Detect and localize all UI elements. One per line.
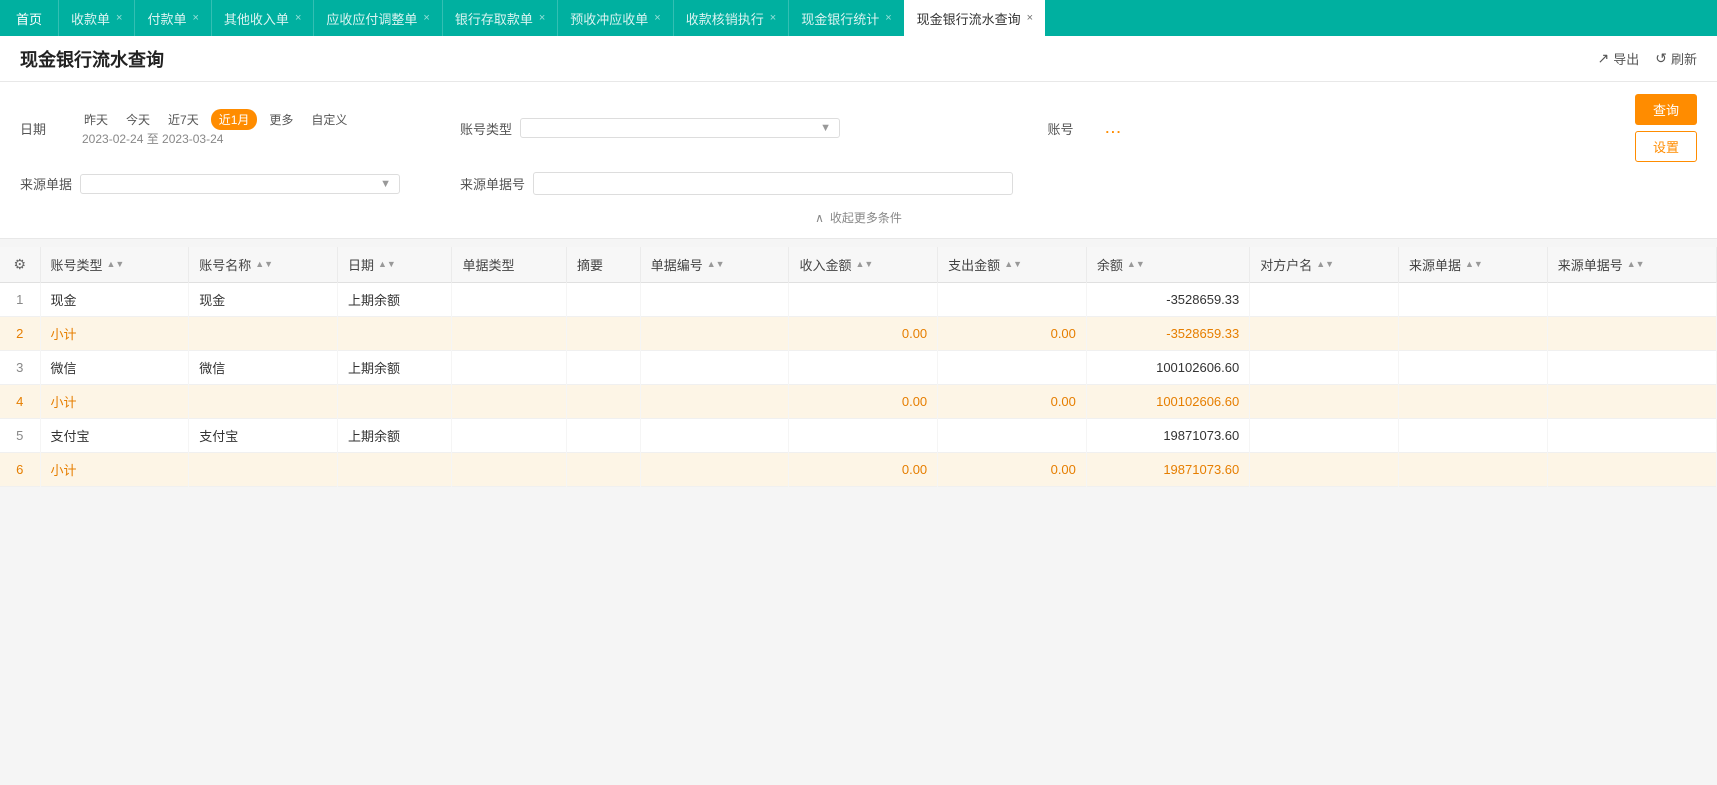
date-btn-yesterday[interactable]: 昨天	[78, 109, 114, 130]
close-icon[interactable]: ×	[423, 12, 429, 24]
date-btn-more[interactable]: 更多	[263, 109, 299, 130]
date-filter-group: 日期 昨天 今天 近7天 近1月 更多 自定义 2023-02-24 至 202…	[20, 109, 440, 147]
col-account-type[interactable]: 账号类型 ▲▼	[40, 247, 189, 283]
table-row: 3微信微信上期余额100102606.60	[0, 351, 1717, 385]
sort-icon: ▲▼	[1465, 260, 1483, 269]
nav-tab-prepay-offset[interactable]: 预收冲应收单 ×	[557, 0, 672, 36]
account-ellipsis[interactable]: ...	[1106, 121, 1123, 136]
nav-tab-collection-execute[interactable]: 收款核销执行 ×	[673, 0, 788, 36]
page-header: 现金银行流水查询 ↗ 导出 ↺ 刷新	[0, 36, 1717, 82]
data-table: ⚙ 账号类型 ▲▼ 账号名称 ▲▼ 日期	[0, 247, 1717, 487]
close-icon[interactable]: ×	[885, 12, 891, 24]
account-label: 账号	[1048, 119, 1098, 138]
nav-tab-adjustment[interactable]: 应收应付调整单 ×	[313, 0, 441, 36]
nav-tab-bank-stats[interactable]: 现金银行统计 ×	[788, 0, 903, 36]
chevron-down-icon: ▼	[380, 178, 391, 190]
col-counterpart[interactable]: 对方户名 ▲▼	[1250, 247, 1399, 283]
table-row: 5支付宝支付宝上期余额19871073.60	[0, 419, 1717, 453]
filter-area: 日期 昨天 今天 近7天 近1月 更多 自定义 2023-02-24 至 202…	[0, 82, 1717, 239]
close-icon[interactable]: ×	[770, 12, 776, 24]
header-actions: ↗ 导出 ↺ 刷新	[1598, 49, 1698, 68]
page-title: 现金银行流水查询	[20, 46, 164, 72]
account-type-select[interactable]: ▼	[520, 118, 840, 138]
sort-icon: ▲▼	[1127, 260, 1145, 269]
close-icon[interactable]: ×	[116, 12, 122, 24]
nav-home[interactable]: 首页	[0, 0, 58, 36]
sort-icon: ▲▼	[1316, 260, 1334, 269]
col-voucher-no[interactable]: 单据编号 ▲▼	[640, 247, 789, 283]
close-icon[interactable]: ×	[1027, 12, 1033, 24]
sort-icon: ▲▼	[1627, 260, 1645, 269]
date-range-display: 2023-02-24 至 2023-03-24	[82, 130, 353, 147]
col-summary: 摘要	[566, 247, 640, 283]
table-row: 2小计0.000.00-3528659.33	[0, 317, 1717, 351]
source-voucher-no-input[interactable]	[533, 172, 1013, 195]
collapse-bar[interactable]: ∧ 收起更多条件	[20, 205, 1697, 226]
table-row: 6小计0.000.0019871073.60	[0, 453, 1717, 487]
sort-icon: ▲▼	[855, 260, 873, 269]
sort-icon: ▲▼	[255, 260, 273, 269]
date-btn-1month[interactable]: 近1月	[211, 109, 258, 130]
filter-row-1: 日期 昨天 今天 近7天 近1月 更多 自定义 2023-02-24 至 202…	[20, 94, 1697, 162]
account-filter-group: 账号 ...	[1048, 119, 1616, 138]
nav-tab-receipt[interactable]: 收款单 ×	[58, 0, 134, 36]
source-voucher-filter-group: 来源单据 ▼	[20, 174, 440, 194]
date-btn-custom[interactable]: 自定义	[305, 109, 353, 130]
action-buttons: 查询 设置	[1635, 94, 1697, 162]
col-account-name[interactable]: 账号名称 ▲▼	[189, 247, 338, 283]
nav-tab-bank-flow[interactable]: 现金银行流水查询 ×	[904, 0, 1045, 36]
col-date[interactable]: 日期 ▲▼	[337, 247, 452, 283]
date-buttons: 昨天 今天 近7天 近1月 更多 自定义	[78, 109, 353, 130]
date-label: 日期	[20, 119, 70, 138]
gear-icon[interactable]: ⚙	[13, 256, 26, 272]
sort-icon: ▲▼	[1004, 260, 1022, 269]
nav-tab-payment[interactable]: 付款单 ×	[134, 0, 210, 36]
settings-button[interactable]: 设置	[1635, 131, 1697, 162]
nav-tab-other-income[interactable]: 其他收入单 ×	[211, 0, 313, 36]
col-expense[interactable]: 支出金额 ▲▼	[938, 247, 1087, 283]
sort-icon: ▲▼	[378, 260, 396, 269]
col-balance[interactable]: 余额 ▲▼	[1086, 247, 1249, 283]
top-nav: 首页 收款单 × 付款单 × 其他收入单 × 应收应付调整单 × 银行存取款单 …	[0, 0, 1717, 36]
table-header-row: ⚙ 账号类型 ▲▼ 账号名称 ▲▼ 日期	[0, 247, 1717, 283]
col-income[interactable]: 收入金额 ▲▼	[789, 247, 938, 283]
date-btn-7days[interactable]: 近7天	[162, 109, 205, 130]
date-btn-today[interactable]: 今天	[120, 109, 156, 130]
account-type-filter-group: 账号类型 ▼	[460, 118, 1028, 138]
source-voucher-label: 来源单据	[20, 174, 72, 193]
table-area: ⚙ 账号类型 ▲▼ 账号名称 ▲▼ 日期	[0, 247, 1717, 487]
close-icon[interactable]: ×	[539, 12, 545, 24]
filter-row-2: 来源单据 ▼ 来源单据号	[20, 172, 1697, 195]
chevron-down-icon: ▼	[820, 122, 831, 134]
sort-icon: ▲▼	[107, 260, 125, 269]
nav-tab-bank-deposit[interactable]: 银行存取款单 ×	[442, 0, 557, 36]
refresh-icon: ↺	[1655, 50, 1667, 67]
export-icon: ↗	[1598, 50, 1610, 67]
collapse-up-icon: ∧	[815, 211, 824, 225]
close-icon[interactable]: ×	[295, 12, 301, 24]
close-icon[interactable]: ×	[192, 12, 198, 24]
col-source-voucher-no[interactable]: 来源单据号 ▲▼	[1547, 247, 1716, 283]
col-source-voucher[interactable]: 来源单据 ▲▼	[1398, 247, 1547, 283]
table-body: 1现金现金上期余额-3528659.332小计0.000.00-3528659.…	[0, 283, 1717, 487]
account-type-label: 账号类型	[460, 119, 512, 138]
source-voucher-no-label: 来源单据号	[460, 174, 525, 193]
query-button[interactable]: 查询	[1635, 94, 1697, 125]
table-row: 4小计0.000.00100102606.60	[0, 385, 1717, 419]
refresh-button[interactable]: ↺ 刷新	[1655, 49, 1697, 68]
collapse-label: 收起更多条件	[830, 209, 902, 226]
source-voucher-select[interactable]: ▼	[80, 174, 400, 194]
export-button[interactable]: ↗ 导出	[1598, 49, 1640, 68]
sort-icon: ▲▼	[707, 260, 725, 269]
source-voucher-no-group: 来源单据号	[460, 172, 1697, 195]
table-row: 1现金现金上期余额-3528659.33	[0, 283, 1717, 317]
col-settings[interactable]: ⚙	[0, 247, 40, 283]
close-icon[interactable]: ×	[654, 12, 660, 24]
col-voucher-type: 单据类型	[452, 247, 567, 283]
